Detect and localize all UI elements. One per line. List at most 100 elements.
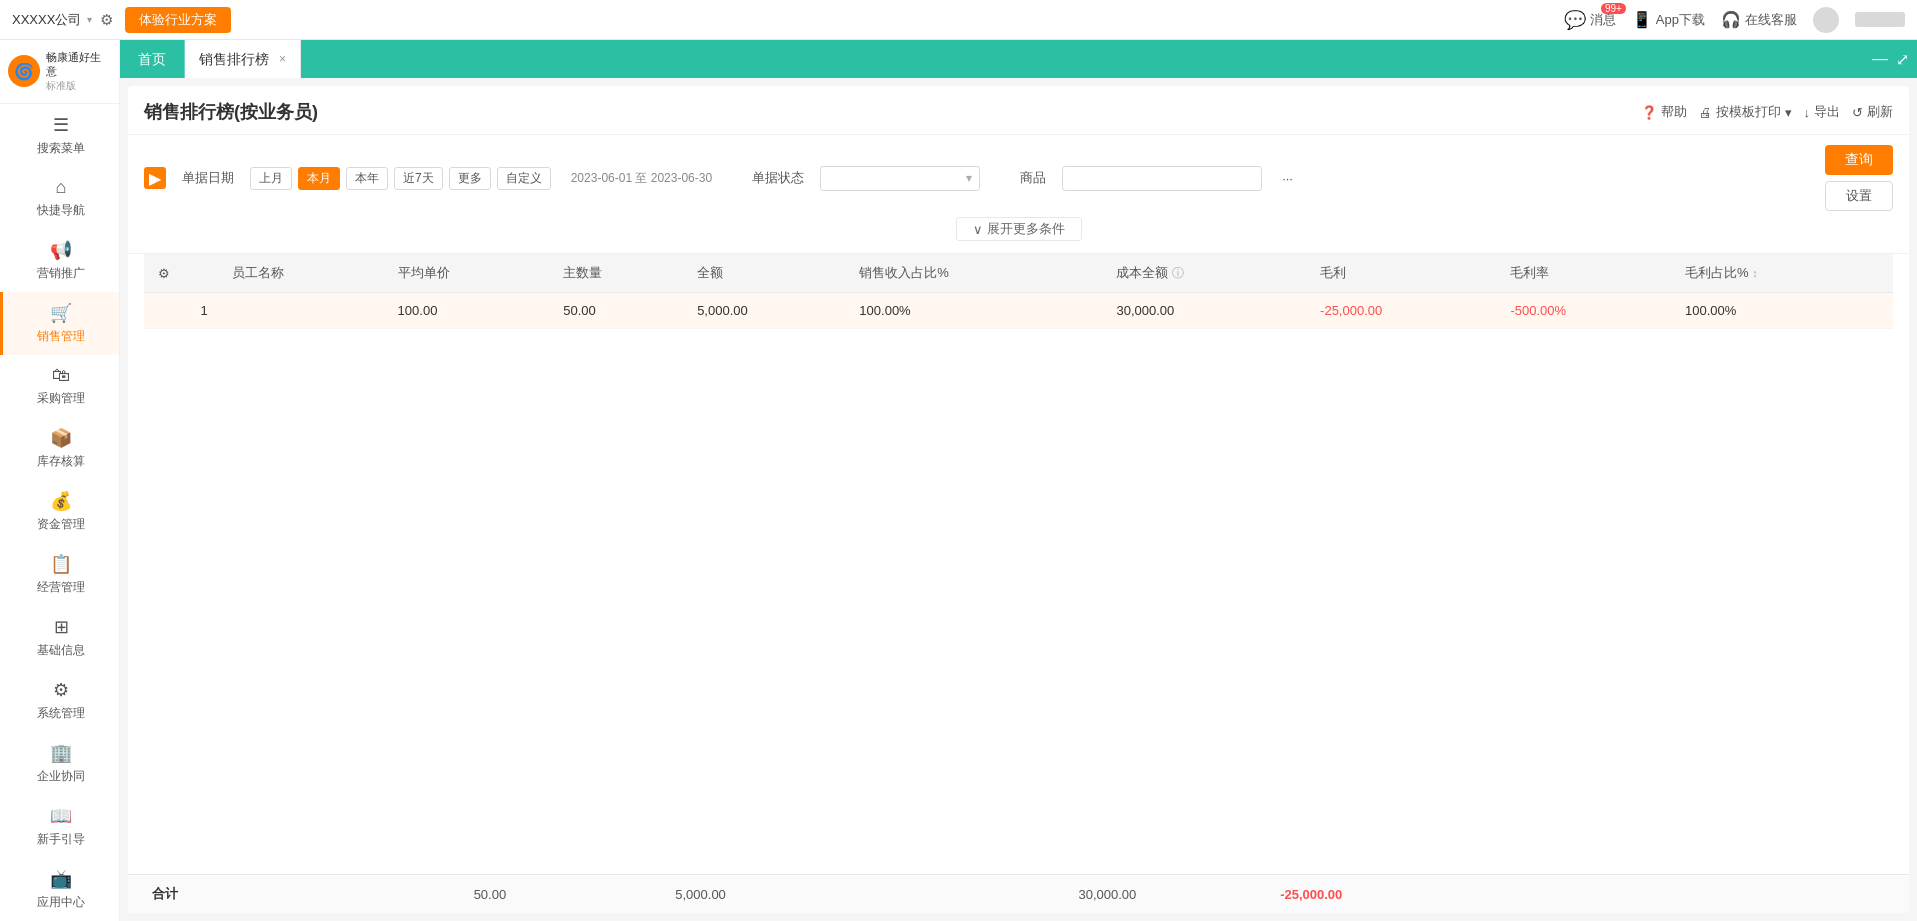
help-button[interactable]: ❓ 帮助 <box>1641 103 1687 121</box>
capital-icon: 💰 <box>50 490 72 512</box>
home-icon: ⌂ <box>56 177 67 198</box>
sidebar-item-basic[interactable]: ⊞ 基础信息 <box>0 606 119 669</box>
top-bar-right: 💬 消息 99+ 📱 App下载 🎧 在线客服 <box>1564 7 1905 33</box>
trial-button[interactable]: 体验行业方案 <box>125 7 231 33</box>
company-selector[interactable]: XXXXX公司 ▾ <box>12 11 92 29</box>
sidebar-item-system[interactable]: ⚙ 系统管理 <box>0 669 119 732</box>
username <box>1855 12 1905 27</box>
refresh-button[interactable]: ↺ 刷新 <box>1852 103 1893 121</box>
top-bar: XXXXX公司 ▾ ⚙ 体验行业方案 💬 消息 99+ 📱 App下载 🎧 在线… <box>0 0 1917 40</box>
enterprise-icon: 🏢 <box>50 742 72 764</box>
row-sales-pct: 100.00% <box>851 293 1108 329</box>
newbie-icon: 📖 <box>50 805 72 827</box>
tab-sales-ranking[interactable]: 销售排行榜 × <box>185 40 301 78</box>
tab-label: 销售排行榜 <box>199 40 269 78</box>
row-amount: 5,000.00 <box>689 293 851 329</box>
status-select[interactable] <box>820 166 980 191</box>
logo-icon: 🌀 <box>8 55 40 87</box>
query-button[interactable]: 查询 <box>1825 145 1893 175</box>
date-btn-this-month[interactable]: 本月 <box>298 167 340 190</box>
sidebar-item-shortcut[interactable]: ⌂ 快捷导航 <box>0 167 119 229</box>
cost-info-icon[interactable]: ⓘ <box>1172 266 1184 280</box>
footer-cost: 30,000.00 <box>1079 887 1281 902</box>
goods-input[interactable] <box>1062 166 1262 191</box>
tab-home[interactable]: 首页 <box>120 40 185 78</box>
footer-label-cell: 合计 <box>152 885 272 903</box>
goods-label: 商品 <box>1020 169 1046 187</box>
expand-icon[interactable]: ⤢ <box>1896 50 1909 69</box>
col-gross-pct: 毛利占比% ↕ <box>1677 254 1893 293</box>
phone-icon: 📱 <box>1632 10 1652 29</box>
date-btn-this-year[interactable]: 本年 <box>346 167 388 190</box>
sidebar-item-newbie[interactable]: 📖 新手引导 <box>0 795 119 858</box>
template-print-button[interactable]: 🖨 按模板打印 ▾ <box>1699 103 1792 121</box>
filter-area: ▶ 单据日期 上月 本月 本年 近7天 更多 自定义 2023-06-01 至 … <box>128 135 1909 254</box>
footer-amount: 5,000.00 <box>675 887 877 902</box>
sidebar-item-sales[interactable]: 🛒 销售管理 <box>0 292 119 355</box>
row-gross-rate: -500.00% <box>1502 293 1677 329</box>
sidebar-item-operations[interactable]: 📋 经营管理 <box>0 543 119 606</box>
table-row: 1 100.00 50.00 5,000.00 100.00% 30,000.0… <box>144 293 1893 329</box>
tab-bar: 首页 销售排行榜 × — ⤢ <box>120 40 1917 78</box>
date-btn-more[interactable]: 更多 <box>449 167 491 190</box>
date-btn-custom[interactable]: 自定义 <box>497 167 551 190</box>
sidebar-label-search: 搜索菜单 <box>37 140 85 157</box>
sidebar-item-apps[interactable]: 📺 应用中心 <box>0 858 119 921</box>
notification-area[interactable]: 💬 消息 99+ <box>1564 9 1616 31</box>
sidebar-item-purchase[interactable]: 🛍 采购管理 <box>0 355 119 417</box>
sidebar-label-marketing: 营销推广 <box>37 265 85 282</box>
sidebar-item-marketing[interactable]: 📢 营销推广 <box>0 229 119 292</box>
chat-icon: 💬 <box>1564 9 1586 31</box>
more-dots[interactable]: ··· <box>1282 171 1293 186</box>
main-layout: 🌀 畅康通好生意 标准版 ☰ 搜索菜单 ⌂ 快捷导航 📢 营销推广 🛒 销售管理… <box>0 40 1917 921</box>
sidebar-item-capital[interactable]: 💰 资金管理 <box>0 480 119 543</box>
sidebar-label-inventory: 库存核算 <box>37 453 85 470</box>
date-btn-last-month[interactable]: 上月 <box>250 167 292 190</box>
status-select-wrap <box>820 166 980 191</box>
service-label: 在线客服 <box>1745 11 1797 29</box>
date-label: 单据日期 <box>182 169 234 187</box>
gear-icon: ⚙ <box>158 266 170 281</box>
minimize-icon[interactable]: — <box>1872 50 1888 68</box>
status-label: 单据状态 <box>752 169 804 187</box>
tab-close-icon[interactable]: × <box>279 40 286 78</box>
tab-bar-right: — ⤢ <box>1872 50 1917 69</box>
avatar <box>1813 7 1839 33</box>
date-filter: 上月 本月 本年 近7天 更多 自定义 <box>250 167 551 190</box>
date-btn-7days[interactable]: 近7天 <box>394 167 443 190</box>
settings-small-button[interactable]: 设置 <box>1825 181 1893 211</box>
col-amount: 全额 <box>689 254 851 293</box>
logo-text-wrap: 畅康通好生意 标准版 <box>46 50 111 93</box>
col-settings[interactable]: ⚙ <box>144 254 184 293</box>
export-icon: ↓ <box>1804 105 1811 120</box>
sidebar-label-shortcut: 快捷导航 <box>37 202 85 219</box>
search-menu-icon: ☰ <box>53 114 69 136</box>
logo-sub: 标准版 <box>46 79 111 93</box>
query-panel: 查询 设置 <box>1817 145 1893 211</box>
sidebar-label-newbie: 新手引导 <box>37 831 85 848</box>
col-rank <box>184 254 224 293</box>
apps-icon: 📺 <box>50 868 72 890</box>
expand-row: ∨ 展开更多条件 <box>144 211 1893 243</box>
basic-icon: ⊞ <box>54 616 69 638</box>
online-service[interactable]: 🎧 在线客服 <box>1721 10 1797 29</box>
row-name <box>224 293 390 329</box>
sidebar-item-search-order[interactable]: ☰ 搜索菜单 <box>0 104 119 167</box>
row-gross: -25,000.00 <box>1312 293 1502 329</box>
export-button[interactable]: ↓ 导出 <box>1804 103 1841 121</box>
filter-expand-arrow[interactable]: ▶ <box>144 167 166 189</box>
sidebar-logo: 🌀 畅康通好生意 标准版 <box>0 40 119 104</box>
row-avg-price: 100.00 <box>390 293 556 329</box>
app-download[interactable]: 📱 App下载 <box>1632 10 1705 29</box>
expand-more-button[interactable]: ∨ 展开更多条件 <box>956 217 1082 241</box>
page-actions: ❓ 帮助 🖨 按模板打印 ▾ ↓ 导出 ↺ 刷新 <box>1641 103 1894 121</box>
sidebar-item-inventory[interactable]: 📦 库存核算 <box>0 417 119 480</box>
table-wrap: ⚙ 员工名称 平均单价 主数量 全额 销售收入占比% 成本全额 ⓘ <box>128 254 1909 874</box>
operations-icon: 📋 <box>50 553 72 575</box>
sidebar-item-enterprise[interactable]: 🏢 企业协同 <box>0 732 119 795</box>
company-name: XXXXX公司 <box>12 11 81 29</box>
sidebar: 🌀 畅康通好生意 标准版 ☰ 搜索菜单 ⌂ 快捷导航 📢 营销推广 🛒 销售管理… <box>0 40 120 921</box>
settings-icon[interactable]: ⚙ <box>100 11 113 29</box>
col-name: 员工名称 <box>224 254 390 293</box>
sidebar-label-sales: 销售管理 <box>37 328 85 345</box>
